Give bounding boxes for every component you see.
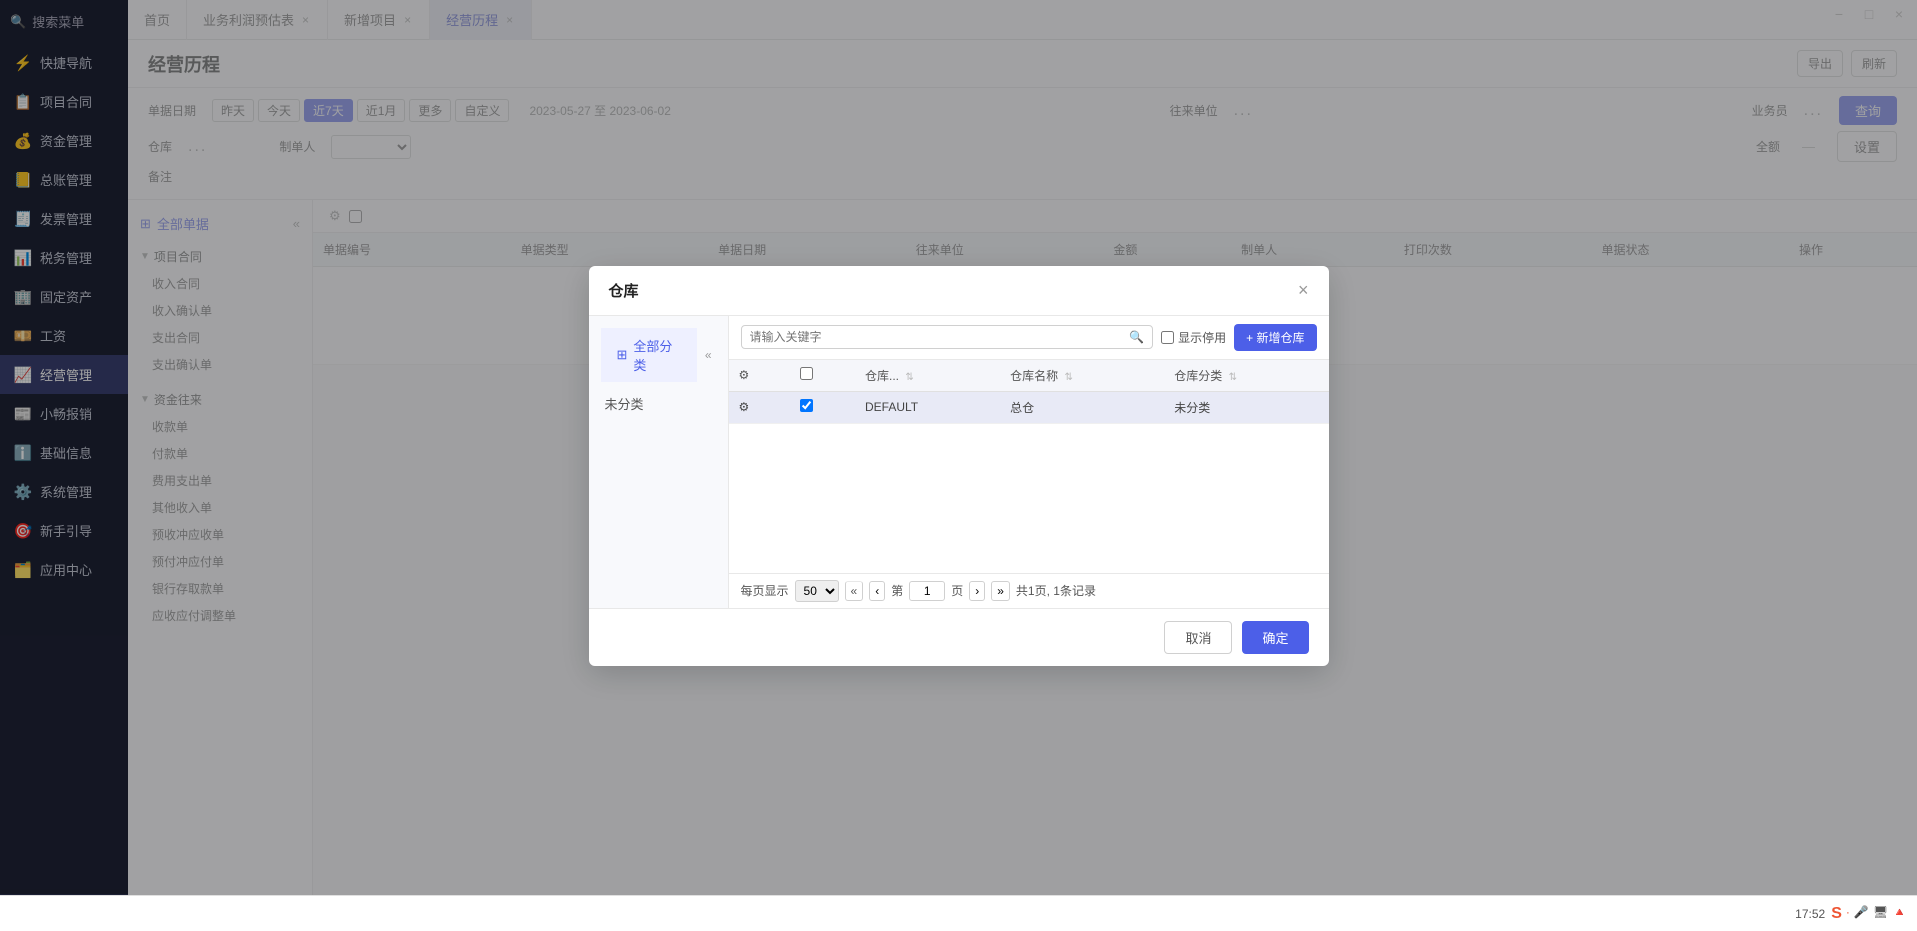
taskbar-icon-filter[interactable]: 🔺 bbox=[1892, 905, 1907, 923]
modal-collapse-icon[interactable]: « bbox=[697, 342, 720, 368]
show-disabled-label[interactable]: 显示停用 bbox=[1161, 329, 1226, 346]
taskbar: 17:52 S · 🎤 🖥 🔺 bbox=[0, 895, 1917, 931]
close-btn[interactable]: × bbox=[1885, 0, 1913, 28]
confirm-button[interactable]: 确定 bbox=[1242, 621, 1308, 654]
warehouse-modal: 仓库 × ⊞ 全部分类 « 未分类 bbox=[589, 266, 1329, 666]
modal-per-page-select[interactable]: 50 bbox=[795, 580, 839, 602]
modal-pagination: 每页显示 50 « ‹ 第 页 › » 共1页, 1条记录 bbox=[729, 573, 1329, 608]
search-icon: 🔍 bbox=[1129, 330, 1144, 344]
taskbar-icon-screen[interactable]: 🖥 bbox=[1873, 905, 1888, 923]
modal-table-area: ⚙ 仓库... ⇅ 仓库名称 ⇅ bbox=[729, 360, 1329, 573]
modal-search-input[interactable] bbox=[750, 330, 1126, 344]
add-warehouse-button[interactable]: + 新增仓库 bbox=[1234, 324, 1316, 351]
apps-icon: ⊞ bbox=[617, 347, 628, 363]
modal-header: 仓库 × bbox=[589, 266, 1329, 316]
minimize-btn[interactable]: − bbox=[1825, 0, 1853, 28]
window-chrome: − □ × bbox=[1821, 0, 1917, 28]
table-select-all[interactable] bbox=[800, 367, 813, 380]
col-settings: ⚙ bbox=[729, 360, 790, 392]
modal-search-box[interactable]: 🔍 bbox=[741, 325, 1154, 349]
show-disabled-text: 显示停用 bbox=[1178, 329, 1226, 346]
modal-right-panel: 🔍 显示停用 + 新增仓库 ⚙ bbox=[729, 316, 1329, 608]
modal-uncategorized[interactable]: 未分类 bbox=[589, 386, 728, 421]
modal-per-page-label: 每页显示 bbox=[741, 582, 789, 599]
col-category[interactable]: 仓库分类 ⇅ bbox=[1164, 360, 1328, 392]
row-check-1[interactable] bbox=[800, 399, 813, 412]
taskbar-icon-dot: · bbox=[1846, 905, 1850, 923]
row-category: 未分类 bbox=[1164, 391, 1328, 423]
row-settings[interactable]: ⚙ bbox=[729, 391, 790, 423]
col-checkbox bbox=[790, 360, 855, 392]
col-code[interactable]: 仓库... ⇅ bbox=[855, 360, 1000, 392]
uncategorized-label: 未分类 bbox=[605, 394, 644, 413]
modal-page-suffix: 页 bbox=[951, 582, 963, 599]
taskbar-right: 17:52 S · 🎤 🖥 🔺 bbox=[1795, 905, 1907, 923]
modal-next-page[interactable]: › bbox=[969, 581, 985, 601]
modal-total-info: 共1页, 1条记录 bbox=[1016, 582, 1096, 599]
col-name[interactable]: 仓库名称 ⇅ bbox=[1000, 360, 1164, 392]
sort-icon-code: ⇅ bbox=[905, 372, 913, 383]
show-disabled-checkbox[interactable] bbox=[1161, 331, 1174, 344]
gear-icon-sm[interactable]: ⚙ bbox=[739, 368, 750, 382]
modal-warehouse-table: ⚙ 仓库... ⇅ 仓库名称 ⇅ bbox=[729, 360, 1329, 424]
modal-page-input[interactable] bbox=[909, 581, 945, 601]
cancel-button[interactable]: 取消 bbox=[1164, 621, 1232, 654]
modal-prev-page[interactable]: ‹ bbox=[869, 581, 885, 601]
maximize-btn[interactable]: □ bbox=[1855, 0, 1883, 28]
sort-icon-category: ⇅ bbox=[1229, 372, 1237, 383]
taskbar-icon-s[interactable]: S bbox=[1831, 905, 1842, 923]
modal-title: 仓库 bbox=[609, 280, 639, 301]
modal-page-label: 第 bbox=[891, 582, 903, 599]
modal-first-page[interactable]: « bbox=[845, 581, 864, 601]
row-code: DEFAULT bbox=[855, 391, 1000, 423]
modal-all-category[interactable]: ⊞ 全部分类 bbox=[601, 328, 697, 382]
modal-body: ⊞ 全部分类 « 未分类 🔍 bbox=[589, 316, 1329, 608]
row-name: 总仓 bbox=[1000, 391, 1164, 423]
modal-actions: 取消 确定 bbox=[589, 608, 1329, 666]
modal-overlay: 仓库 × ⊞ 全部分类 « 未分类 bbox=[0, 0, 1917, 931]
row-checkbox[interactable] bbox=[790, 391, 855, 423]
modal-close-btn[interactable]: × bbox=[1298, 280, 1309, 301]
taskbar-icons: S · 🎤 🖥 🔺 bbox=[1831, 905, 1907, 923]
modal-toolbar: 🔍 显示停用 + 新增仓库 bbox=[729, 316, 1329, 360]
modal-table-row[interactable]: ⚙ DEFAULT 总仓 未分类 bbox=[729, 391, 1329, 423]
modal-left-panel: ⊞ 全部分类 « 未分类 bbox=[589, 316, 729, 608]
sort-icon-name: ⇅ bbox=[1064, 372, 1072, 383]
taskbar-time: 17:52 bbox=[1795, 907, 1825, 921]
taskbar-icon-mic[interactable]: 🎤 bbox=[1854, 905, 1869, 923]
all-category-label: 全部分类 bbox=[633, 336, 680, 374]
modal-last-page[interactable]: » bbox=[991, 581, 1010, 601]
